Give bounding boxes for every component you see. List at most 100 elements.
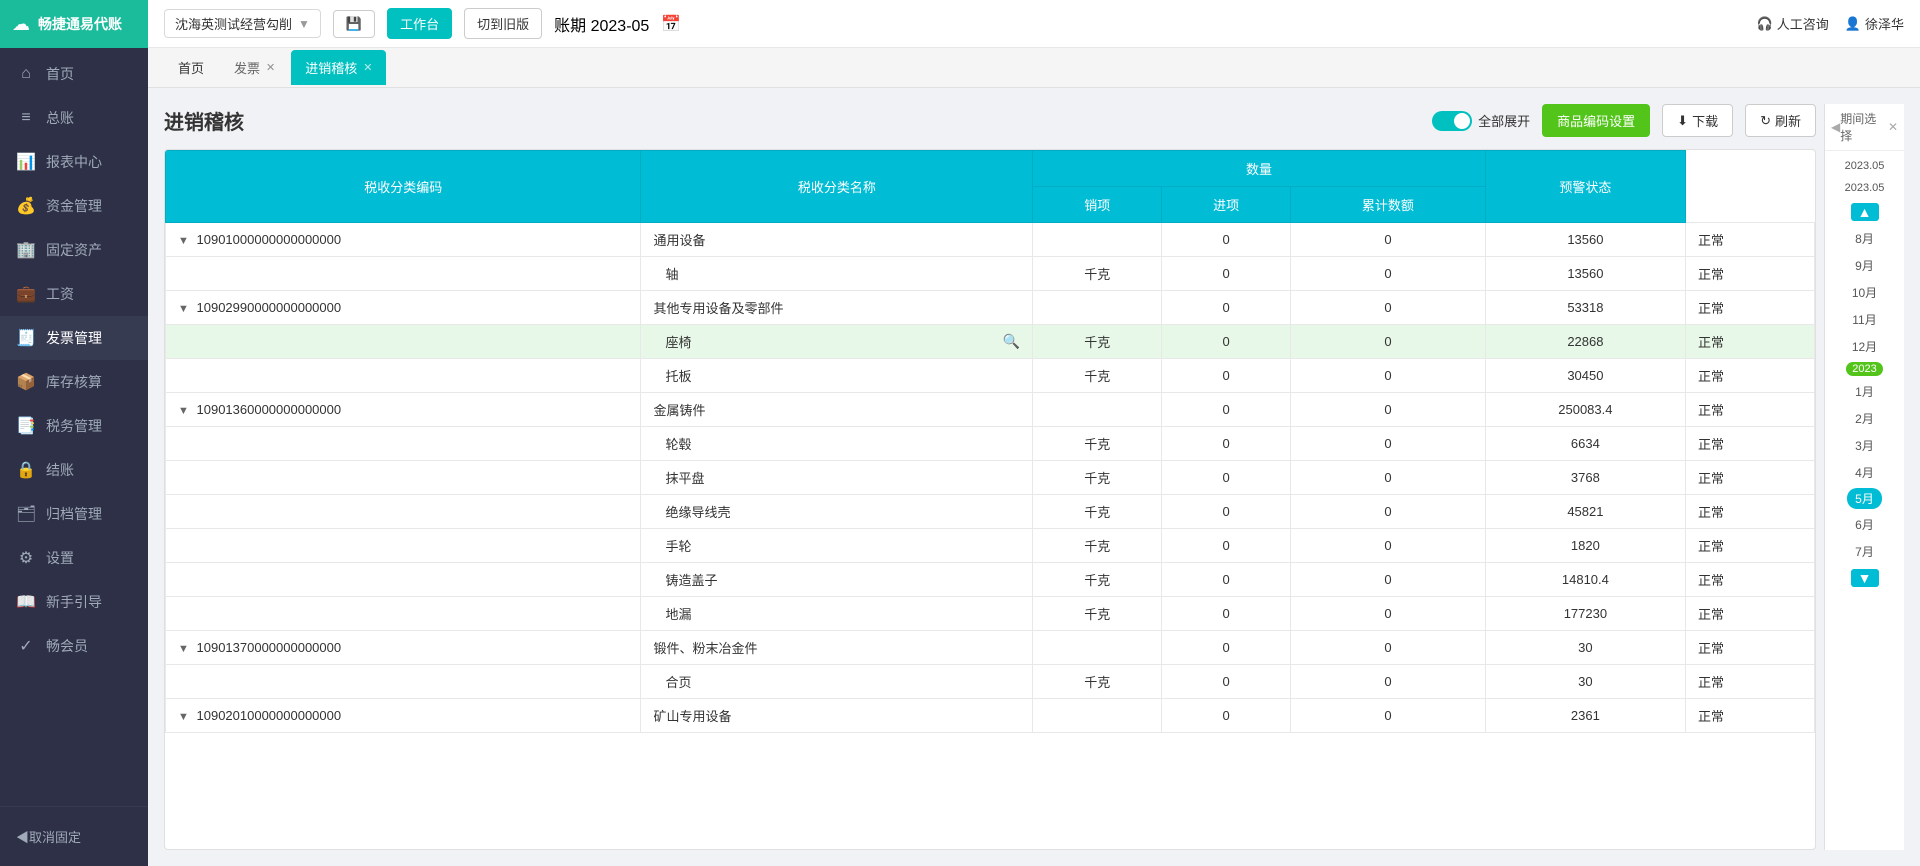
month-2[interactable]: 2月	[1829, 405, 1900, 432]
tab-reconcile-close[interactable]: ✕	[363, 61, 372, 74]
month-1[interactable]: 1月	[1829, 378, 1900, 405]
table-row[interactable]: 座椅 🔍 千克 0 0 22868 正常	[166, 325, 1815, 359]
month-4[interactable]: 4月	[1829, 459, 1900, 486]
archive-icon: 🗂	[16, 504, 36, 524]
table-row[interactable]: ▼ 10901370000000000000 锻件、粉末冶金件 0 0 30 正…	[166, 631, 1815, 665]
search-icon[interactable]: 🔍	[1003, 333, 1020, 350]
expand-toggle[interactable]: 全部展开	[1432, 111, 1530, 131]
child-total: 30450	[1485, 359, 1685, 393]
period-panel-close-icon[interactable]: ✕	[1888, 120, 1898, 134]
table-row[interactable]: 铸造盖子 千克 0 0 14810.4 正常	[166, 563, 1815, 597]
period-label: 账期 2023-05	[554, 12, 649, 36]
sidebar-item-assets[interactable]: 🏢 固定资产	[0, 228, 148, 272]
table-row[interactable]: 地漏 千克 0 0 177230 正常	[166, 597, 1815, 631]
logo-icon: ☁	[12, 14, 30, 35]
group-status: 正常	[1686, 699, 1815, 733]
table-row[interactable]: ▼ 10902010000000000000 矿山专用设备 0 0 2361 正…	[166, 699, 1815, 733]
table-row[interactable]: 抹平盘 千克 0 0 3768 正常	[166, 461, 1815, 495]
tab-invoice-close[interactable]: ✕	[266, 61, 275, 74]
sidebar-item-finance[interactable]: 💰 资金管理	[0, 184, 148, 228]
table-row[interactable]: 绝缘导线壳 千克 0 0 45821 正常	[166, 495, 1815, 529]
collapse-arrow[interactable]: ▼	[178, 405, 189, 417]
company-selector[interactable]: 沈海英测试经营勾削 ▼	[164, 9, 321, 38]
group-unit	[1033, 631, 1162, 665]
child-code	[166, 359, 641, 393]
headset-icon: 🎧	[1757, 16, 1773, 32]
save-button[interactable]: 💾	[333, 10, 375, 38]
child-purchase: 0	[1291, 325, 1486, 359]
month-3[interactable]: 3月	[1829, 432, 1900, 459]
period-list: 2023.05 2023.05 ▲ 8月 9月 10月 11月 12月 2023	[1825, 151, 1904, 850]
download-button[interactable]: ⬇ 下载	[1662, 104, 1733, 137]
save-icon: 💾	[346, 16, 362, 31]
sidebar-bottom[interactable]: ◀取消固定	[0, 806, 148, 866]
month-6[interactable]: 6月	[1829, 511, 1900, 538]
child-name: 铸造盖子	[641, 563, 1033, 597]
group-purchase: 0	[1291, 223, 1486, 257]
child-sales: 0	[1162, 597, 1291, 631]
col-purchase: 进项	[1162, 187, 1291, 223]
tab-reconcile[interactable]: 进销稽核 ✕	[291, 50, 386, 85]
period-2023-05-b[interactable]: 2023.05	[1829, 177, 1900, 199]
month-12[interactable]: 12月	[1829, 333, 1900, 360]
scroll-down-button[interactable]: ▼	[1851, 569, 1879, 587]
sidebar-item-guide[interactable]: 📖 新手引导	[0, 580, 148, 624]
table-row[interactable]: ▼ 10901000000000000000 通用设备 0 0 13560 正常	[166, 223, 1815, 257]
table-row[interactable]: 托板 千克 0 0 30450 正常	[166, 359, 1815, 393]
download-icon: ⬇	[1677, 113, 1688, 129]
sidebar-item-invoice[interactable]: 🧾 发票管理	[0, 316, 148, 360]
sidebar-item-payroll[interactable]: 💼 工资	[0, 272, 148, 316]
child-status: 正常	[1686, 529, 1815, 563]
month-11[interactable]: 11月	[1829, 306, 1900, 333]
collapse-arrow[interactable]: ▼	[178, 235, 189, 247]
child-status: 正常	[1686, 257, 1815, 291]
sidebar-item-ledger[interactable]: ≡ 总账	[0, 96, 148, 140]
sidebar-item-closing[interactable]: 🔒 结账	[0, 448, 148, 492]
table-row[interactable]: ▼ 10902990000000000000 其他专用设备及零部件 0 0 53…	[166, 291, 1815, 325]
toggle-switch[interactable]	[1432, 111, 1472, 131]
child-code	[166, 325, 641, 359]
sidebar-item-inventory[interactable]: 📦 库存核算	[0, 360, 148, 404]
collapse-arrow[interactable]: ▼	[178, 303, 189, 315]
child-unit: 千克	[1033, 359, 1162, 393]
table-row[interactable]: 轴 千克 0 0 13560 正常	[166, 257, 1815, 291]
switch-version-button[interactable]: 切到旧版	[464, 8, 542, 39]
col-total: 累计数额	[1291, 187, 1486, 223]
table-row[interactable]: 手轮 千克 0 0 1820 正常	[166, 529, 1815, 563]
collapse-arrow[interactable]: ▼	[178, 711, 189, 723]
table-row[interactable]: 轮毂 千克 0 0 6634 正常	[166, 427, 1815, 461]
group-unit	[1033, 393, 1162, 427]
child-sales: 0	[1162, 257, 1291, 291]
user-menu[interactable]: 👤 徐泽华	[1845, 14, 1904, 33]
group-code: ▼ 10902990000000000000	[166, 291, 641, 325]
unpin-button[interactable]: ◀取消固定	[16, 819, 132, 854]
period-2023-05-a[interactable]: 2023.05	[1829, 155, 1900, 177]
product-code-button[interactable]: 商品编码设置	[1542, 104, 1650, 137]
sidebar-item-archive[interactable]: 🗂 归档管理	[0, 492, 148, 536]
month-7[interactable]: 7月	[1829, 538, 1900, 565]
child-purchase: 0	[1291, 597, 1486, 631]
active-month-5[interactable]: 5月	[1847, 488, 1882, 509]
tab-home[interactable]: 首页	[164, 50, 218, 85]
support-button[interactable]: 🎧 人工咨询	[1757, 14, 1829, 33]
table-row[interactable]: ▼ 10901360000000000000 金属铸件 0 0 250083.4…	[166, 393, 1815, 427]
calendar-icon[interactable]: 📅	[661, 14, 681, 34]
sidebar-item-home[interactable]: ⌂ 首页	[0, 52, 148, 96]
month-10[interactable]: 10月	[1829, 279, 1900, 306]
finance-icon: 💰	[16, 196, 36, 216]
sidebar-item-settings[interactable]: ⚙ 设置	[0, 536, 148, 580]
period-panel-expand-icon[interactable]: ◀	[1831, 120, 1840, 134]
workbench-button[interactable]: 工作台	[387, 8, 452, 39]
sidebar-item-reports[interactable]: 📊 报表中心	[0, 140, 148, 184]
sidebar-item-member[interactable]: ✓ 畅会员	[0, 624, 148, 668]
child-name: 手轮	[641, 529, 1033, 563]
sidebar-item-tax[interactable]: 📑 税务管理	[0, 404, 148, 448]
table-row[interactable]: 合页 千克 0 0 30 正常	[166, 665, 1815, 699]
refresh-button[interactable]: ↻ 刷新	[1745, 104, 1816, 137]
sidebar-label-closing: 结账	[46, 460, 74, 480]
collapse-arrow[interactable]: ▼	[178, 643, 189, 655]
month-8[interactable]: 8月	[1829, 225, 1900, 252]
scroll-up-button[interactable]: ▲	[1851, 203, 1879, 221]
tab-invoice[interactable]: 发票 ✕	[220, 50, 289, 85]
month-9[interactable]: 9月	[1829, 252, 1900, 279]
